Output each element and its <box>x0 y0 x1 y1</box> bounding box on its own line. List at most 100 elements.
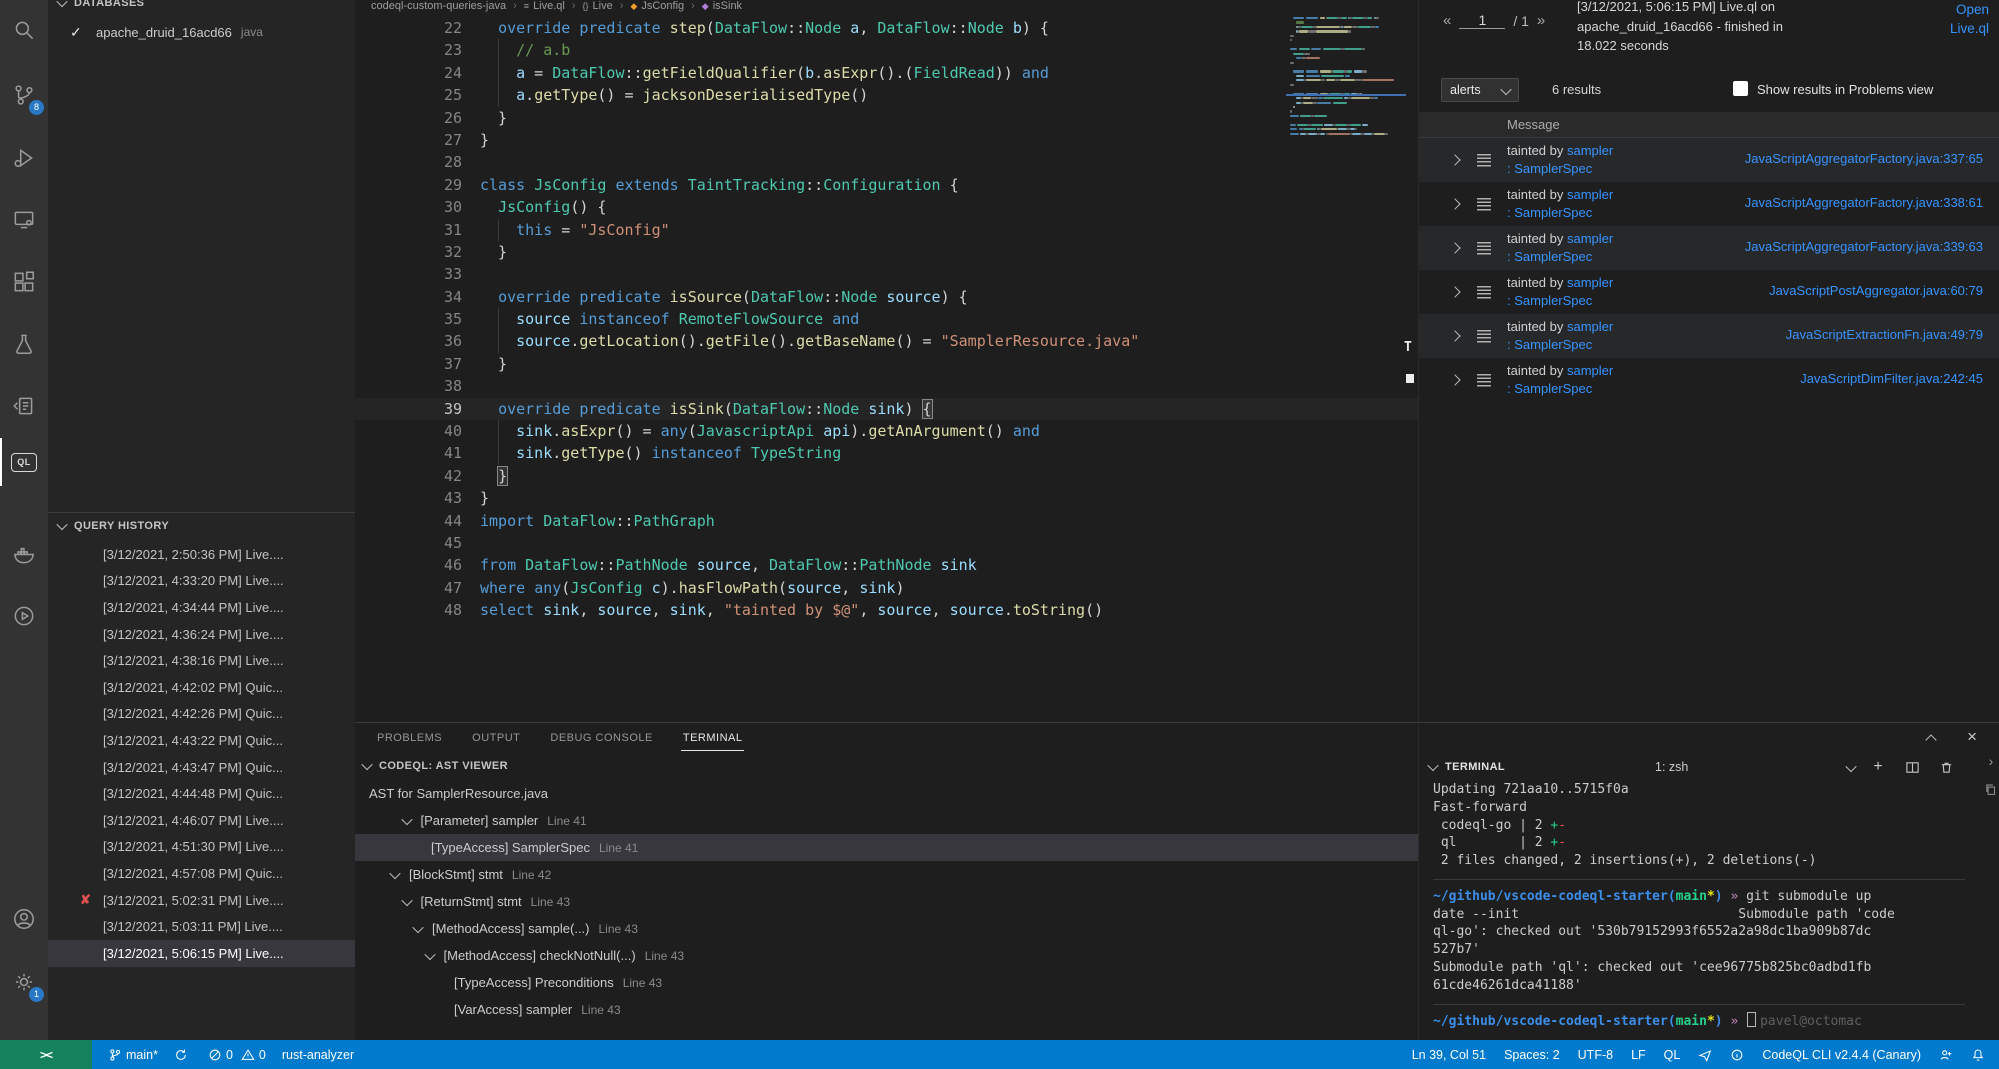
language-mode[interactable]: QL <box>1664 1048 1681 1062</box>
run-circle-icon[interactable] <box>0 592 48 640</box>
extensions-icon[interactable] <box>0 258 48 306</box>
code-line[interactable]: 35 source instanceof RemoteFlowSource an… <box>355 308 1418 330</box>
ast-tree-item[interactable]: [MethodAccess] checkNotNull(...)Line 43 <box>355 942 1418 969</box>
code-area[interactable]: 22 override predicate step(DataFlow::Nod… <box>355 17 1418 622</box>
problems-status[interactable]: 0 0 <box>208 1048 266 1062</box>
panel-tab-problems[interactable]: PROBLEMS <box>375 726 444 750</box>
code-line[interactable]: 28 <box>355 151 1418 173</box>
query-history-item[interactable]: [3/12/2021, 5:06:15 PM] Live.... <box>48 940 355 967</box>
path-list-icon[interactable] <box>1477 242 1491 255</box>
query-history-item[interactable]: [3/12/2021, 2:50:36 PM] Live.... <box>48 541 355 568</box>
query-history-item[interactable]: [3/12/2021, 4:43:47 PM] Quic... <box>48 754 355 781</box>
query-history-item[interactable]: [3/12/2021, 4:34:44 PM] Live.... <box>48 594 355 621</box>
code-line[interactable]: 26 } <box>355 107 1418 129</box>
expand-chevron-icon[interactable] <box>1451 196 1459 211</box>
ast-tree-item[interactable]: [Parameter] samplerLine 41 <box>355 807 1418 834</box>
codeql-icon[interactable]: QL <box>0 438 48 486</box>
code-line[interactable]: 30 JsConfig() { <box>355 196 1418 218</box>
panel-tab-terminal[interactable]: TERMINAL <box>681 726 745 751</box>
code-line[interactable]: 38 <box>355 375 1418 397</box>
result-element-link[interactable]: sampler <box>1567 363 1613 378</box>
code-line[interactable]: 48select sink, source, sink, "tainted by… <box>355 599 1418 621</box>
result-location-link[interactable]: JavaScriptPostAggregator.java:60:79 <box>1769 283 1983 298</box>
path-list-icon[interactable] <box>1477 198 1491 211</box>
terminal-output[interactable]: Updating 721aa10..5715f0aFast-forward co… <box>1419 781 1983 1040</box>
copy-icon[interactable] <box>1984 783 1997 796</box>
ast-tree-item[interactable]: [BlockStmt] stmtLine 42 <box>355 861 1418 888</box>
databases-section-header[interactable]: DATABASES <box>48 0 355 15</box>
result-row[interactable]: tainted by sampler: SamplerSpecJavaScrip… <box>1419 314 1999 358</box>
result-element-link[interactable]: sampler <box>1567 275 1613 290</box>
result-type-link[interactable]: : SamplerSpec <box>1507 205 1592 220</box>
result-row[interactable]: tainted by sampler: SamplerSpecJavaScrip… <box>1419 138 1999 182</box>
expand-chevron-icon[interactable] <box>1451 328 1459 343</box>
query-history-item[interactable]: [3/12/2021, 4:46:07 PM] Live.... <box>48 807 355 834</box>
panel-tab-output[interactable]: OUTPUT <box>470 726 522 750</box>
expand-chevron-icon[interactable] <box>1451 152 1459 167</box>
result-type-link[interactable]: : SamplerSpec <box>1507 337 1592 352</box>
query-history-item[interactable]: [3/12/2021, 4:51:30 PM] Live.... <box>48 834 355 861</box>
bell-icon[interactable] <box>1971 1048 1985 1062</box>
path-list-icon[interactable] <box>1477 374 1491 387</box>
panel-tab-debug-console[interactable]: DEBUG CONSOLE <box>548 726 654 750</box>
code-line[interactable]: 24 a = DataFlow::getFieldQualifier(b.asE… <box>355 62 1418 84</box>
code-line[interactable]: 27} <box>355 129 1418 151</box>
result-location-link[interactable]: JavaScriptAggregatorFactory.java:337:65 <box>1745 151 1983 166</box>
query-history-icon[interactable] <box>0 382 48 430</box>
new-terminal-button[interactable]: + <box>1867 756 1889 778</box>
docker-icon[interactable] <box>0 530 48 578</box>
minimap[interactable] <box>1290 17 1402 657</box>
indentation-setting[interactable]: Spaces: 2 <box>1504 1048 1560 1062</box>
ast-tree-item[interactable]: [ReturnStmt] stmtLine 43 <box>355 888 1418 915</box>
info-icon[interactable] <box>1730 1048 1744 1062</box>
result-element-link[interactable]: sampler <box>1567 319 1613 334</box>
code-line[interactable]: 33 <box>355 263 1418 285</box>
query-history-item[interactable]: ✘[3/12/2021, 5:02:31 PM] Live.... <box>48 887 355 914</box>
test-beaker-icon[interactable] <box>0 320 48 368</box>
chevron-down-icon[interactable] <box>424 948 435 959</box>
code-line[interactable]: 23 // a.b <box>355 39 1418 61</box>
panel-maximize-icon[interactable] <box>1925 734 1936 745</box>
source-control-icon[interactable]: 8 <box>0 71 48 119</box>
path-list-icon[interactable] <box>1477 286 1491 299</box>
code-line[interactable]: 41 sink.getType() instanceof TypeString <box>355 442 1418 464</box>
query-history-item[interactable]: [3/12/2021, 4:44:48 PM] Quic... <box>48 780 355 807</box>
breadcrumb-item[interactable]: Live.ql <box>533 0 565 12</box>
breadcrumb-item[interactable]: JsConfig <box>641 0 684 12</box>
ast-tree-item[interactable]: [MethodAccess] sample(...)Line 43 <box>355 915 1418 942</box>
encoding-setting[interactable]: UTF-8 <box>1578 1048 1613 1062</box>
result-type-link[interactable]: : SamplerSpec <box>1507 249 1592 264</box>
chevron-down-icon[interactable] <box>401 813 412 824</box>
code-line[interactable]: 32 } <box>355 241 1418 263</box>
terminal-session-select[interactable]: 1: zsh <box>1655 760 1688 774</box>
breadcrumb-item[interactable]: codeql-custom-queries-java <box>371 0 506 12</box>
query-history-item[interactable]: [3/12/2021, 4:33:20 PM] Live.... <box>48 568 355 595</box>
run-debug-icon[interactable] <box>0 134 48 182</box>
code-line[interactable]: 29class JsConfig extends TaintTracking::… <box>355 174 1418 196</box>
query-history-item[interactable]: [3/12/2021, 4:42:26 PM] Quic... <box>48 701 355 728</box>
query-history-item[interactable]: [3/12/2021, 5:03:11 PM] Live.... <box>48 913 355 940</box>
result-row[interactable]: tainted by sampler: SamplerSpecJavaScrip… <box>1419 226 1999 270</box>
remote-indicator[interactable]: >< <box>0 1040 92 1069</box>
code-line[interactable]: 39 override predicate isSink(DataFlow::N… <box>355 398 1418 420</box>
chevron-down-icon[interactable] <box>401 894 412 905</box>
path-list-icon[interactable] <box>1477 330 1491 343</box>
search-icon[interactable] <box>0 6 48 54</box>
chevron-down-icon[interactable] <box>1845 761 1856 772</box>
query-history-item[interactable]: [3/12/2021, 4:57:08 PM] Quic... <box>48 860 355 887</box>
query-history-item[interactable]: [3/12/2021, 4:36:24 PM] Live.... <box>48 621 355 648</box>
editor[interactable]: codeql-custom-queries-java›≡Live.ql›{}Li… <box>355 0 1418 722</box>
code-line[interactable]: 37 } <box>355 353 1418 375</box>
database-item[interactable]: ✓ apache_druid_16acd66 java <box>48 19 355 45</box>
chevron-down-icon[interactable] <box>412 921 423 932</box>
expand-chevron-icon[interactable] <box>1451 240 1459 255</box>
split-terminal-button[interactable] <box>1901 756 1923 778</box>
settings-gear-icon[interactable]: 1 <box>0 958 48 1006</box>
breadcrumb-item[interactable]: isSink <box>713 0 742 12</box>
result-row[interactable]: tainted by sampler: SamplerSpecJavaScrip… <box>1419 270 1999 314</box>
chevron-down-icon[interactable] <box>389 867 400 878</box>
breadcrumb[interactable]: codeql-custom-queries-java›≡Live.ql›{}Li… <box>355 0 1418 14</box>
feedback-icon[interactable] <box>1698 1048 1712 1062</box>
result-location-link[interactable]: JavaScriptAggregatorFactory.java:339:63 <box>1745 239 1983 254</box>
query-history-item[interactable]: [3/12/2021, 4:42:02 PM] Quic... <box>48 674 355 701</box>
